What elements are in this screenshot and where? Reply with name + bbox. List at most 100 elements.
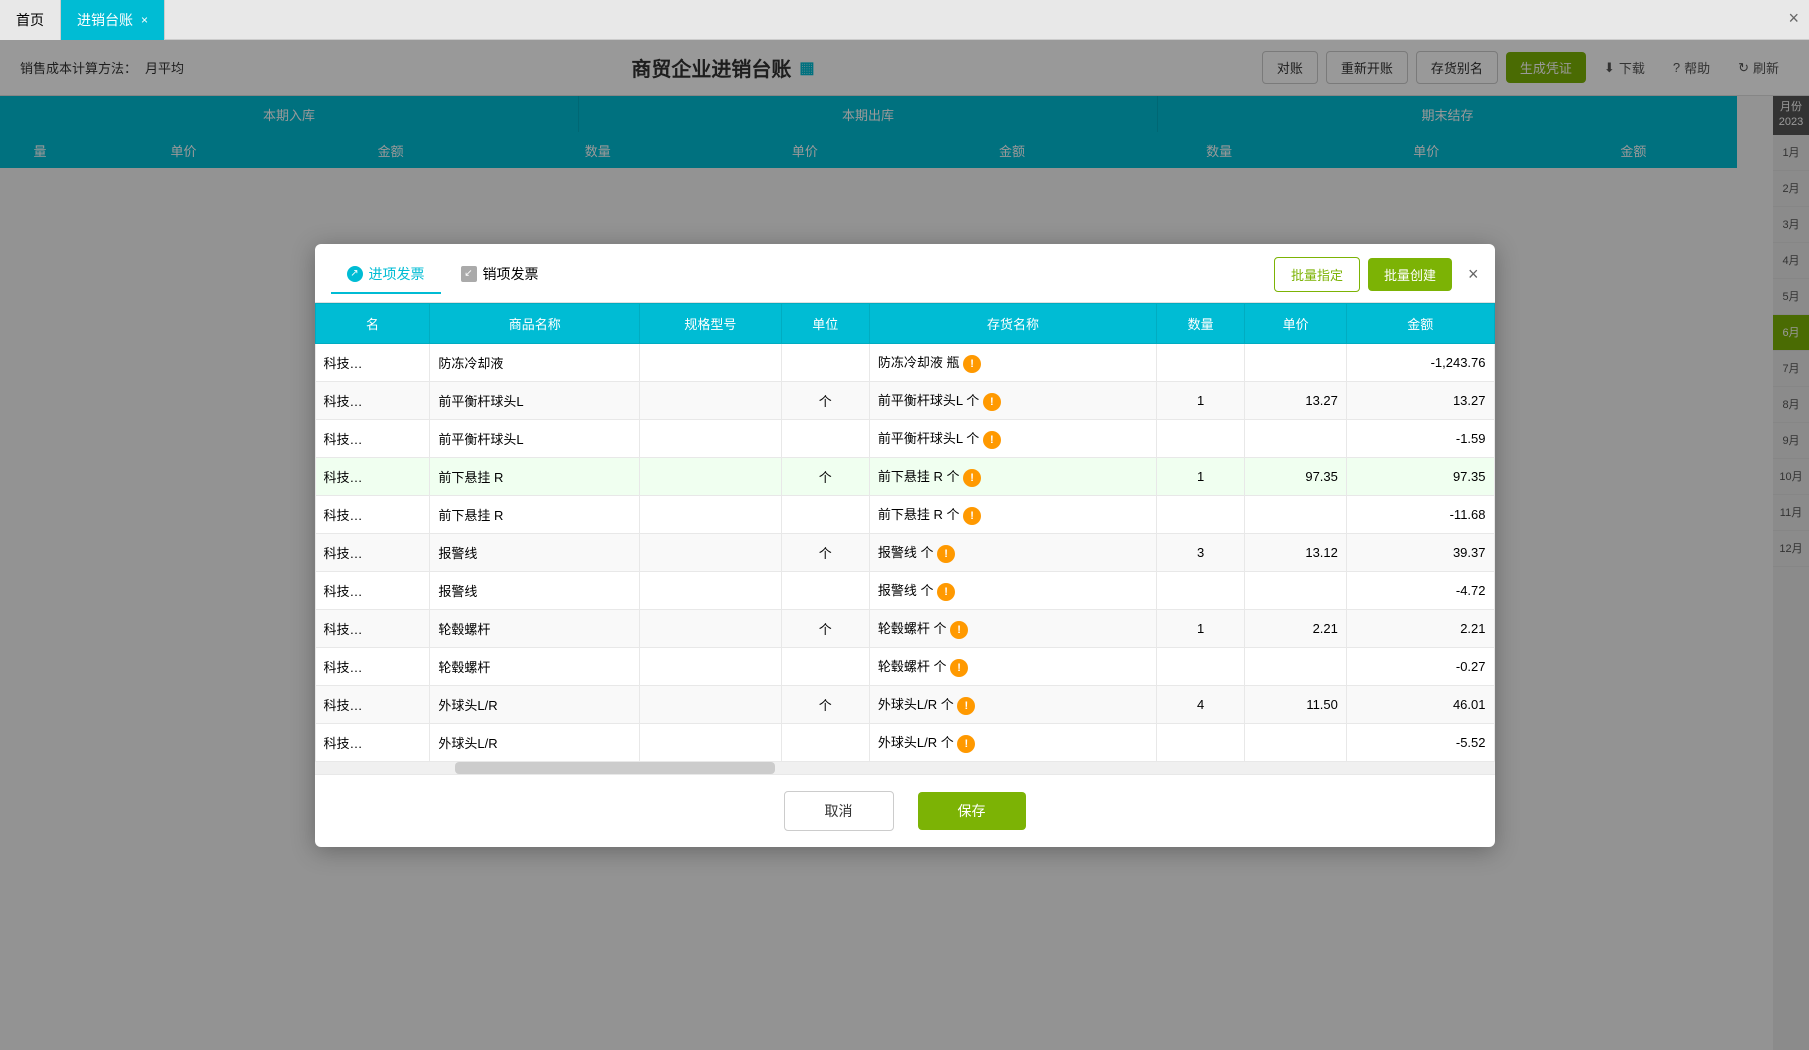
batch-create-button[interactable]: 批量创建 xyxy=(1368,258,1452,291)
table-row: 科技… 轮毂螺杆 轮毂螺杆 个 ! -0.27 xyxy=(315,647,1494,685)
cell-spec xyxy=(640,495,782,533)
cell-unit xyxy=(781,343,869,381)
scrollbar-thumb[interactable] xyxy=(455,762,775,774)
cell-inventory: 外球头L/R 个 ! xyxy=(869,723,1156,761)
cell-company: 科技… xyxy=(315,381,430,419)
warning-icon: ! xyxy=(957,697,975,715)
cell-spec xyxy=(640,533,782,571)
cell-inventory: 轮毂螺杆 个 ! xyxy=(869,647,1156,685)
cell-amount: -11.68 xyxy=(1346,495,1494,533)
save-button[interactable]: 保存 xyxy=(918,792,1026,830)
cell-inventory: 防冻冷却液 瓶 ! xyxy=(869,343,1156,381)
cell-spec xyxy=(640,457,782,495)
col-company: 名 xyxy=(315,303,430,343)
window-close-button[interactable]: × xyxy=(1788,8,1799,29)
cell-spec xyxy=(640,419,782,457)
cell-company: 科技… xyxy=(315,609,430,647)
cell-quantity: 3 xyxy=(1157,533,1245,571)
cell-unit xyxy=(781,495,869,533)
cell-unit xyxy=(781,419,869,457)
cell-unit-price xyxy=(1245,647,1347,685)
cell-product: 前下悬挂 R xyxy=(430,495,640,533)
cell-unit-price: 13.27 xyxy=(1245,381,1347,419)
tab-home[interactable]: 首页 xyxy=(0,0,61,40)
cell-amount: -1,243.76 xyxy=(1346,343,1494,381)
warning-icon: ! xyxy=(937,545,955,563)
cell-quantity xyxy=(1157,495,1245,533)
tab-home-label: 首页 xyxy=(16,10,44,30)
cell-amount: 39.37 xyxy=(1346,533,1494,571)
cell-product: 防冻冷却液 xyxy=(430,343,640,381)
table-row: 科技… 前平衡杆球头L 前平衡杆球头L 个 ! -1.59 xyxy=(315,419,1494,457)
table-row: 科技… 防冻冷却液 防冻冷却液 瓶 ! -1,243.76 xyxy=(315,343,1494,381)
tab-ledger-close[interactable]: × xyxy=(141,13,148,27)
cell-unit-price: 13.12 xyxy=(1245,533,1347,571)
tab-sales-invoice[interactable]: ↙ 销项发票 xyxy=(445,256,555,294)
cell-unit-price: 11.50 xyxy=(1245,685,1347,723)
cell-product: 报警线 xyxy=(430,533,640,571)
warning-icon: ! xyxy=(963,355,981,373)
warning-icon: ! xyxy=(983,431,1001,449)
cell-amount: -1.59 xyxy=(1346,419,1494,457)
table-row: 科技… 轮毂螺杆 个 轮毂螺杆 个 ! 1 2.21 2.21 xyxy=(315,609,1494,647)
cell-unit-price xyxy=(1245,723,1347,761)
main-page: 销售成本计算方法： 月平均 商贸企业进销台账 ▦ 对账 重新开账 存货别名 生成… xyxy=(0,40,1809,1050)
modal-dialog: ↗ 进项发票 ↙ 销项发票 批量指定 批量创建 × xyxy=(315,244,1495,847)
cell-amount: 2.21 xyxy=(1346,609,1494,647)
cell-inventory: 外球头L/R 个 ! xyxy=(869,685,1156,723)
col-unit: 单位 xyxy=(781,303,869,343)
table-row: 科技… 外球头L/R 个 外球头L/R 个 ! 4 11.50 46.01 xyxy=(315,685,1494,723)
purchase-tab-icon: ↗ xyxy=(347,266,363,282)
cell-amount: 13.27 xyxy=(1346,381,1494,419)
cell-unit-price xyxy=(1245,343,1347,381)
cell-quantity: 4 xyxy=(1157,685,1245,723)
cell-product: 前平衡杆球头L xyxy=(430,419,640,457)
cell-amount: 46.01 xyxy=(1346,685,1494,723)
col-inventory: 存货名称 xyxy=(869,303,1156,343)
tab-ledger[interactable]: 进销台账 × xyxy=(61,0,165,40)
cell-inventory: 前平衡杆球头L 个 ! xyxy=(869,419,1156,457)
cell-quantity xyxy=(1157,571,1245,609)
warning-icon: ! xyxy=(983,393,1001,411)
cell-spec xyxy=(640,647,782,685)
cell-quantity xyxy=(1157,343,1245,381)
cell-company: 科技… xyxy=(315,533,430,571)
modal-tabs: ↗ 进项发票 ↙ 销项发票 xyxy=(331,256,555,294)
col-product: 商品名称 xyxy=(430,303,640,343)
cell-spec xyxy=(640,343,782,381)
cell-company: 科技… xyxy=(315,419,430,457)
cell-quantity: 1 xyxy=(1157,457,1245,495)
cancel-button[interactable]: 取消 xyxy=(784,791,894,831)
warning-icon: ! xyxy=(963,507,981,525)
modal-table: 名 商品名称 规格型号 单位 存货名称 数量 单价 金额 科技… 防冻冷却液 xyxy=(315,303,1495,762)
cell-product: 前平衡杆球头L xyxy=(430,381,640,419)
sales-tab-icon: ↙ xyxy=(461,266,477,282)
cell-company: 科技… xyxy=(315,495,430,533)
cell-unit xyxy=(781,571,869,609)
modal-close-button[interactable]: × xyxy=(1468,264,1479,285)
warning-icon: ! xyxy=(950,621,968,639)
col-spec: 规格型号 xyxy=(640,303,782,343)
cell-unit-price xyxy=(1245,571,1347,609)
batch-assign-button[interactable]: 批量指定 xyxy=(1274,257,1360,292)
cell-company: 科技… xyxy=(315,685,430,723)
cell-unit xyxy=(781,647,869,685)
modal-table-container[interactable]: 名 商品名称 规格型号 单位 存货名称 数量 单价 金额 科技… 防冻冷却液 xyxy=(315,303,1495,762)
warning-icon: ! xyxy=(957,735,975,753)
cell-unit: 个 xyxy=(781,457,869,495)
modal-overlay: ↗ 进项发票 ↙ 销项发票 批量指定 批量创建 × xyxy=(0,40,1809,1050)
sales-tab-label: 销项发票 xyxy=(483,264,539,284)
cell-unit-price xyxy=(1245,495,1347,533)
modal-horizontal-scrollbar[interactable] xyxy=(315,762,1495,774)
cell-product: 前下悬挂 R xyxy=(430,457,640,495)
tab-purchase-invoice[interactable]: ↗ 进项发票 xyxy=(331,256,441,294)
col-unit-price: 单价 xyxy=(1245,303,1347,343)
cell-product: 外球头L/R xyxy=(430,723,640,761)
cell-quantity: 1 xyxy=(1157,381,1245,419)
cell-company: 科技… xyxy=(315,647,430,685)
cell-amount: -4.72 xyxy=(1346,571,1494,609)
modal-footer: 取消 保存 xyxy=(315,774,1495,847)
cell-company: 科技… xyxy=(315,457,430,495)
cell-unit: 个 xyxy=(781,609,869,647)
cell-unit-price: 97.35 xyxy=(1245,457,1347,495)
